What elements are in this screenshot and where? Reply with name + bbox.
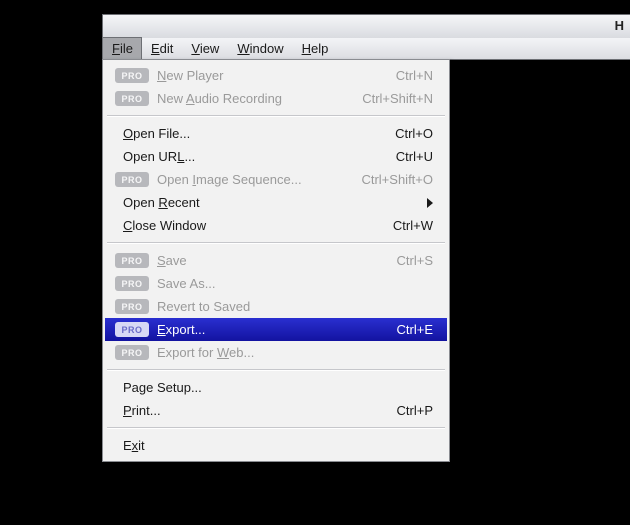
menu-item-save-as: PRO Save As... [105,272,447,295]
pro-badge: PRO [115,299,149,314]
menu-item-revert-to-saved: PRO Revert to Saved [105,295,447,318]
menu-item-open-file[interactable]: Open File... Ctrl+O [105,122,447,145]
menu-item-export[interactable]: PRO Export... Ctrl+E [105,318,447,341]
menu-item-label: Save As... [157,276,433,291]
menu-item-new-player: PRO New Player Ctrl+N [105,64,447,87]
menu-item-shortcut: Ctrl+Shift+N [362,91,433,106]
menu-item-label: Open Recent [123,195,411,210]
menu-item-label: Export... [157,322,381,337]
menu-item-label: Open URL... [123,149,380,164]
menu-edit-rest: dit [160,41,174,56]
pro-badge: PRO [115,276,149,291]
menu-item-label: Revert to Saved [157,299,433,314]
menu-item-label: New Audio Recording [157,91,346,106]
file-menu-dropdown: PRO New Player Ctrl+N PRO New Audio Recordin… [102,59,450,462]
window-titlebar: H [102,14,630,39]
menu-separator [107,115,445,117]
menu-item-shortcut: Ctrl+S [397,253,433,268]
menu-item-close-window[interactable]: Close Window Ctrl+W [105,214,447,237]
menu-separator [107,427,445,429]
menu-window[interactable]: Window [228,38,292,59]
menu-item-label: Print... [123,403,381,418]
menu-item-save: PRO Save Ctrl+S [105,249,447,272]
window-title: H [615,18,624,33]
pro-badge: PRO [115,253,149,268]
menu-item-print[interactable]: Print... Ctrl+P [105,399,447,422]
menu-item-shortcut: Ctrl+U [396,149,433,164]
menu-file-rest: ile [120,41,133,56]
menu-item-shortcut: Ctrl+P [397,403,433,418]
menu-separator [107,242,445,244]
menu-view[interactable]: View [182,38,228,59]
menu-view-ul: V [191,41,199,56]
menu-item-shortcut: Ctrl+N [396,68,433,83]
menu-item-shortcut: Ctrl+E [397,322,433,337]
menu-view-rest: iew [200,41,220,56]
menu-help[interactable]: Help [293,38,338,59]
menu-window-ul: W [237,41,249,56]
menu-item-label: Save [157,253,381,268]
menu-item-open-image-sequence: PRO Open Image Sequence... Ctrl+Shift+O [105,168,447,191]
menu-file[interactable]: File [102,37,142,59]
menu-item-label: Export for Web... [157,345,433,360]
pro-badge: PRO [115,322,149,337]
submenu-arrow-icon [427,198,433,208]
pro-badge: PRO [115,172,149,187]
menu-edit-ul: E [151,41,160,56]
menu-help-ul: H [302,41,311,56]
menu-item-label: Close Window [123,218,377,233]
menu-item-label: Open Image Sequence... [157,172,345,187]
menu-separator [107,369,445,371]
menu-item-label: Page Setup... [123,380,433,395]
menu-edit[interactable]: Edit [142,38,182,59]
pro-badge: PRO [115,345,149,360]
menu-item-label: Exit [123,438,433,453]
menu-item-open-url[interactable]: Open URL... Ctrl+U [105,145,447,168]
menu-file-ul: F [112,41,120,56]
menu-item-shortcut: Ctrl+W [393,218,433,233]
menu-item-page-setup[interactable]: Page Setup... [105,376,447,399]
menu-item-export-for-web: PRO Export for Web... [105,341,447,364]
menu-item-shortcut: Ctrl+O [395,126,433,141]
menu-item-new-audio-recording: PRO New Audio Recording Ctrl+Shift+N [105,87,447,110]
pro-badge: PRO [115,68,149,83]
menu-item-open-recent[interactable]: Open Recent [105,191,447,214]
menu-window-rest: indow [250,41,284,56]
menubar: File Edit View Window Help [102,38,630,60]
menu-item-label: Open File... [123,126,379,141]
menu-item-label: New Player [157,68,380,83]
pro-badge: PRO [115,91,149,106]
menu-help-rest: elp [311,41,328,56]
menu-item-exit[interactable]: Exit [105,434,447,457]
menu-item-shortcut: Ctrl+Shift+O [361,172,433,187]
